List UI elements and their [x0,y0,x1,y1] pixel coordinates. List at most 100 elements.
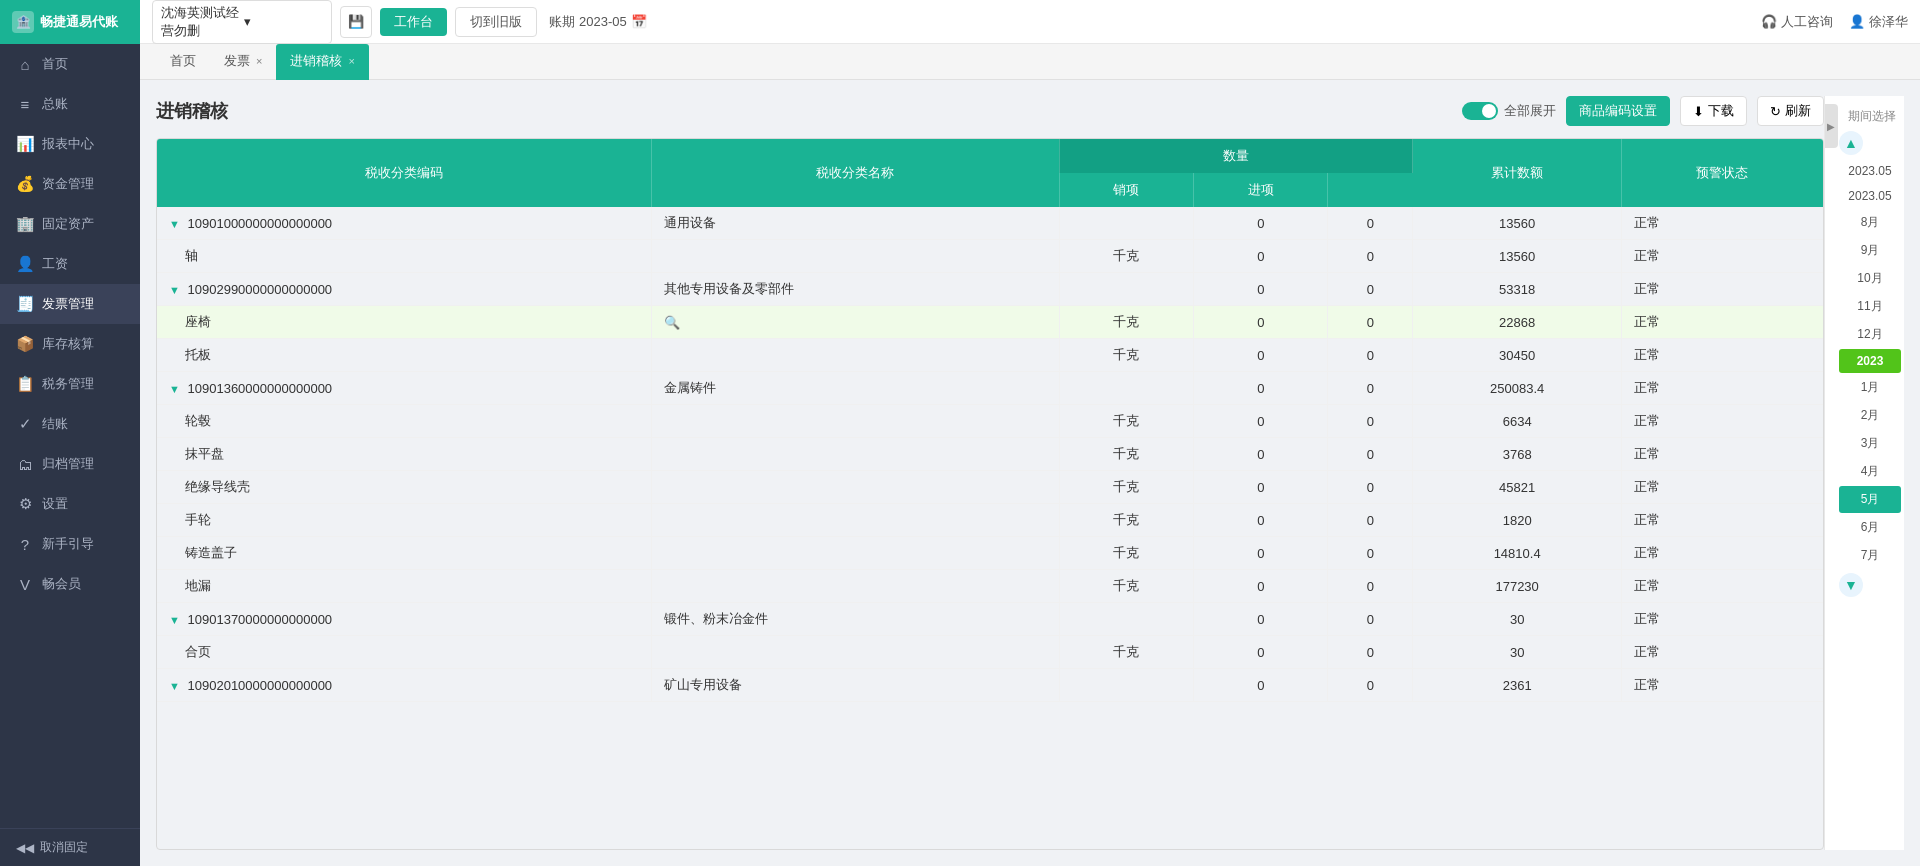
sidebar-label-invoice: 发票管理 [42,295,94,313]
period-item-9月[interactable]: 9月 [1839,237,1901,264]
toggle-track[interactable] [1462,102,1498,120]
cell-sale: 0 [1194,504,1328,537]
period-item-8月[interactable]: 8月 [1839,209,1901,236]
workbench-button[interactable]: 工作台 [380,8,447,36]
scroll-down-arrow[interactable]: ▼ [1839,573,1863,597]
cell-unit: 千克 [1059,405,1193,438]
tab-close-reconcile[interactable]: × [348,55,354,67]
cell-status: 正常 [1621,636,1823,669]
cell-name [651,438,1059,471]
table-row: ▼ 10901360000000000000 金属铸件 0 0 250083.4… [157,372,1823,405]
expand-icon[interactable]: ▼ [169,284,180,296]
table-row: 绝缘导线壳 千克 0 0 45821 正常 [157,471,1823,504]
cell-sale: 0 [1194,405,1328,438]
tab-label-invoice: 发票 [224,52,250,70]
content: 进销稽核 全部展开 商品编码设置 ⬇ 下载 ↻ 刷 [140,80,1920,866]
period-item-2月[interactable]: 2月 [1839,402,1901,429]
cell-unit [1059,372,1193,405]
period-item-6月[interactable]: 6月 [1839,514,1901,541]
cell-status: 正常 [1621,504,1823,537]
topbar-right: 🎧 人工咨询 👤 徐泽华 [1761,13,1908,31]
tab-home[interactable]: 首页 [156,44,210,80]
period-item-11月[interactable]: 11月 [1839,293,1901,320]
service-link[interactable]: 🎧 人工咨询 [1761,13,1833,31]
sidebar-item-inventory[interactable]: 📦 库存核算 [0,324,140,364]
cell-purchase: 0 [1328,306,1413,339]
save-icon-btn[interactable]: 💾 [340,6,372,38]
topbar: 沈海英测试经营勿删 ▾ 💾 工作台 切到旧版 账期 2023-05 📅 🎧 人工… [140,0,1920,44]
switch-version-button[interactable]: 切到旧版 [455,7,537,37]
right-panel: ▶ 期间选择 ▲ 2023.052023.058月9月10月11月12月2023… [1824,96,1904,850]
sidebar-unpin[interactable]: ◀◀ 取消固定 [0,828,140,866]
table-row: ▼ 10902010000000000000 矿山专用设备 0 0 2361 正… [157,669,1823,702]
period-item-7月[interactable]: 7月 [1839,542,1901,569]
sidebar-item-guide[interactable]: ? 新手引导 [0,524,140,564]
product-code-btn[interactable]: 商品编码设置 [1566,96,1670,126]
sidebar-item-invoice[interactable]: 🧾 发票管理 [0,284,140,324]
cell-sale: 0 [1194,273,1328,306]
sidebar-item-archive[interactable]: 🗂 归档管理 [0,444,140,484]
cell-unit [1059,603,1193,636]
sidebar-icon-payroll: 👤 [16,255,34,273]
unpin-icon: ◀◀ [16,841,34,855]
period-item-3月[interactable]: 3月 [1839,430,1901,457]
period-item-1月[interactable]: 1月 [1839,374,1901,401]
cell-total: 177230 [1413,570,1622,603]
sidebar-item-ledger[interactable]: ≡ 总账 [0,84,140,124]
scroll-up-arrow[interactable]: ▲ [1839,131,1863,155]
expand-icon[interactable]: ▼ [169,680,180,692]
user-info[interactable]: 👤 徐泽华 [1849,13,1908,31]
sidebar-item-reports[interactable]: 📊 报表中心 [0,124,140,164]
period-value: 2023-05 [579,14,627,29]
period-item-5月[interactable]: 5月 [1839,486,1901,513]
company-dropdown-icon: ▾ [244,14,323,29]
sidebar-item-payroll[interactable]: 👤 工资 [0,244,140,284]
download-btn[interactable]: ⬇ 下载 [1680,96,1747,126]
calendar-icon[interactable]: 📅 [631,14,647,29]
period-item-2023.05[interactable]: 2023.05 [1839,184,1901,208]
table-row: 手轮 千克 0 0 1820 正常 [157,504,1823,537]
sidebar-item-assets[interactable]: 🏢 固定资产 [0,204,140,244]
period-item-4月[interactable]: 4月 [1839,458,1901,485]
sidebar-icon-funds: 💰 [16,175,34,193]
cell-code: ▼ 10901000000000000000 [157,207,651,240]
sidebar-item-tax[interactable]: 📋 税务管理 [0,364,140,404]
expand-icon[interactable]: ▼ [169,614,180,626]
cell-unit: 千克 [1059,636,1193,669]
expand-icon[interactable]: ▼ [169,218,180,230]
cell-code: 绝缘导线壳 [157,471,651,504]
tab-invoice[interactable]: 发票 × [210,44,276,80]
table-row: 地漏 千克 0 0 177230 正常 [157,570,1823,603]
table-row: 抹平盘 千克 0 0 3768 正常 [157,438,1823,471]
period-item-12月[interactable]: 12月 [1839,321,1901,348]
th-sale: 销项 [1059,173,1193,207]
expand-icon[interactable]: ▼ [169,383,180,395]
sidebar-item-settings[interactable]: ⚙ 设置 [0,484,140,524]
refresh-btn[interactable]: ↻ 刷新 [1757,96,1824,126]
cell-unit: 千克 [1059,504,1193,537]
sidebar-icon-ledger: ≡ [16,96,34,113]
cell-purchase: 0 [1328,504,1413,537]
period-item-2023.05[interactable]: 2023.05 [1839,159,1901,183]
tab-reconcile[interactable]: 进销稽核× [276,44,368,80]
cell-total: 45821 [1413,471,1622,504]
sidebar-item-funds[interactable]: 💰 资金管理 [0,164,140,204]
cell-sale: 0 [1194,438,1328,471]
page-header: 进销稽核 全部展开 商品编码设置 ⬇ 下载 ↻ 刷 [156,96,1824,126]
company-selector[interactable]: 沈海英测试经营勿删 ▾ [152,0,332,44]
panel-toggle[interactable]: ▶ [1824,104,1838,148]
logo-icon: 🏦 [12,11,34,33]
table-row: ▼ 10901000000000000000 通用设备 0 0 13560 正常 [157,207,1823,240]
tab-close-invoice[interactable]: × [256,55,262,67]
sidebar-item-home[interactable]: ⌂ 首页 [0,44,140,84]
sidebar-icon-home: ⌂ [16,56,34,73]
sidebar-item-settlement[interactable]: ✓ 结账 [0,404,140,444]
refresh-label: 刷新 [1785,102,1811,120]
period-item-2023[interactable]: 2023 [1839,349,1901,373]
sidebar-item-member[interactable]: V 畅会员 [0,564,140,604]
cell-name [651,504,1059,537]
cell-code: 抹平盘 [157,438,651,471]
period-item-10月[interactable]: 10月 [1839,265,1901,292]
cell-name: 金属铸件 [651,372,1059,405]
expand-toggle[interactable]: 全部展开 [1462,102,1556,120]
